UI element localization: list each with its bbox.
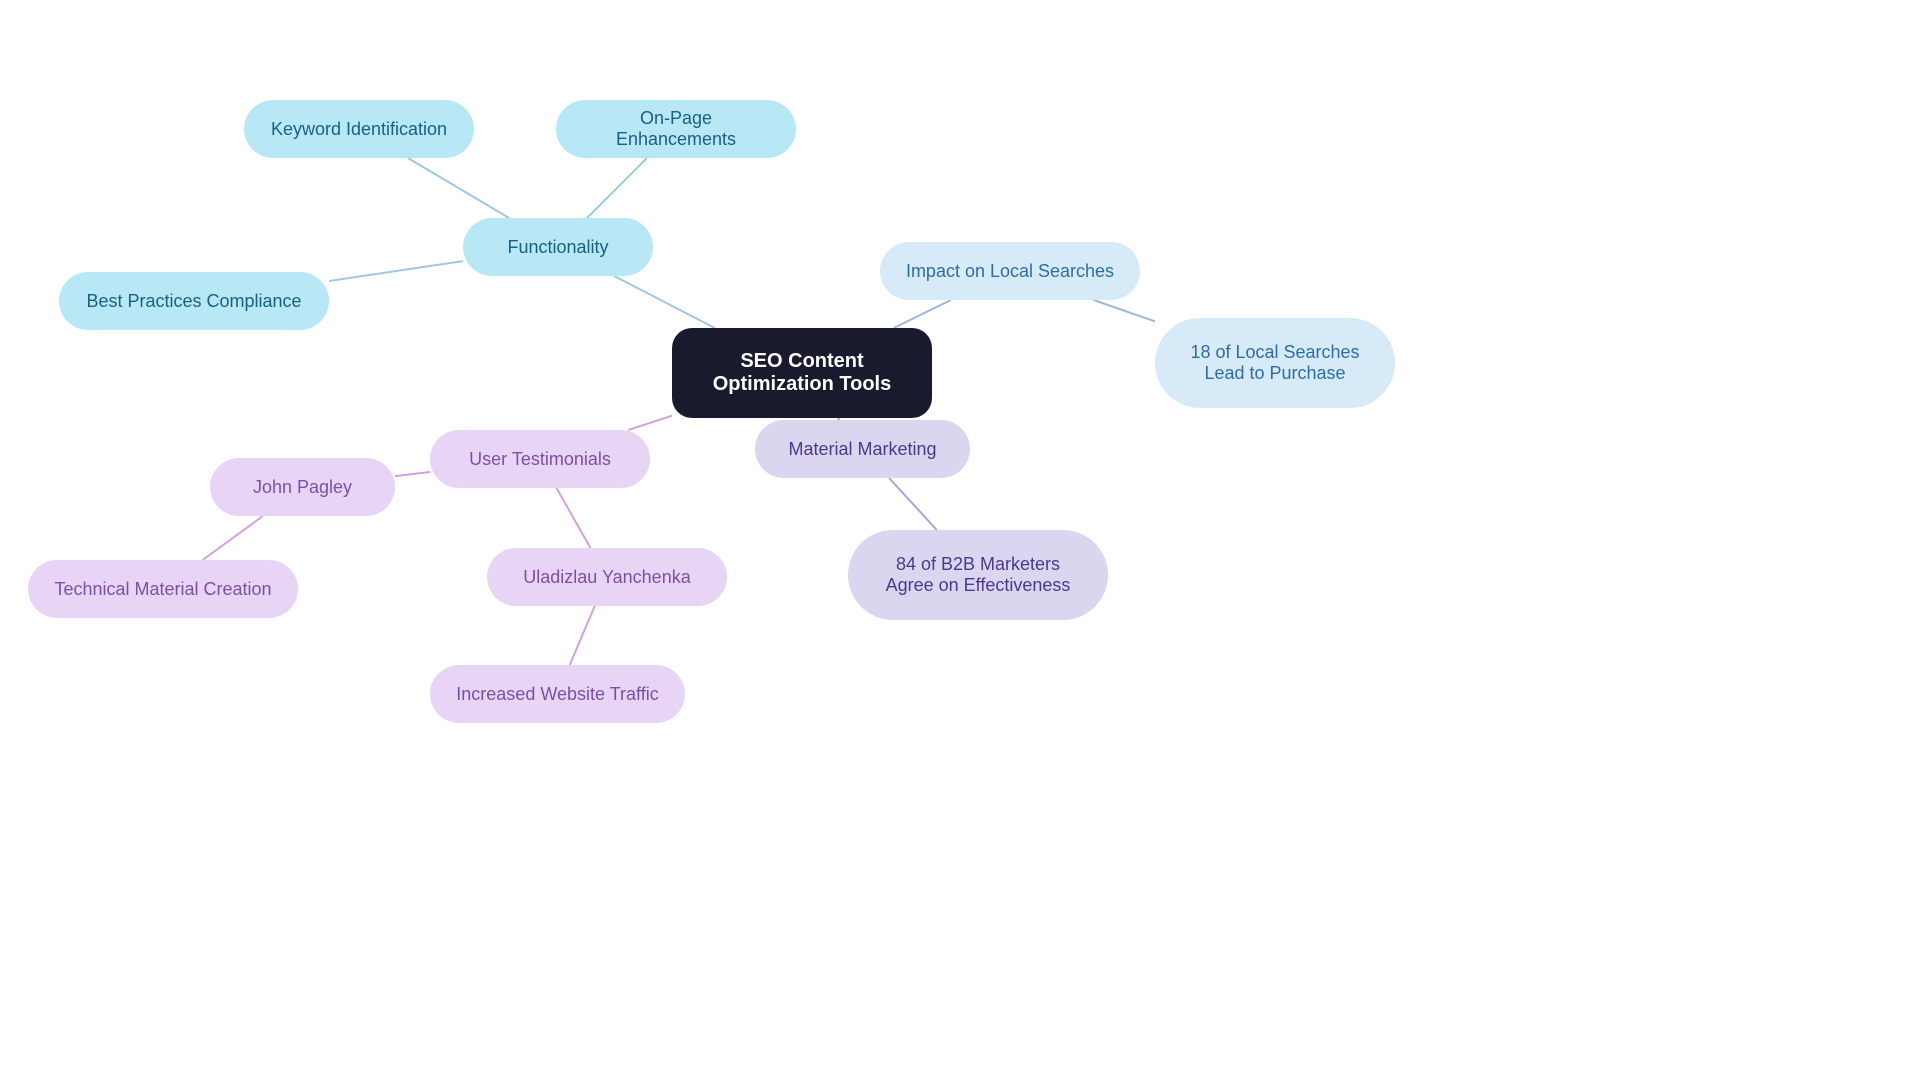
node-usertestimonials: User Testimonials bbox=[430, 430, 650, 488]
node-keyword: Keyword Identification bbox=[244, 100, 474, 158]
node-uladizlau: Uladizlau Yanchenka bbox=[487, 548, 727, 606]
node-materialmarketing: Material Marketing bbox=[755, 420, 970, 478]
node-bestpractices: Best Practices Compliance bbox=[59, 272, 329, 330]
node-onpage: On-Page Enhancements bbox=[556, 100, 796, 158]
center-node: SEO Content Optimization Tools bbox=[672, 328, 932, 418]
node-functionality: Functionality bbox=[463, 218, 653, 276]
node-techmat: Technical Material Creation bbox=[28, 560, 298, 618]
node-localpurchase: 18 of Local Searches Lead to Purchase bbox=[1155, 318, 1395, 408]
node-impact: Impact on Local Searches bbox=[880, 242, 1140, 300]
node-johnpagley: John Pagley bbox=[210, 458, 395, 516]
mindmap-canvas: SEO Content Optimization Tools Functional… bbox=[0, 0, 1920, 1083]
node-websitetraffic: Increased Website Traffic bbox=[430, 665, 685, 723]
node-b2bmarketers: 84 of B2B Marketers Agree on Effectivene… bbox=[848, 530, 1108, 620]
